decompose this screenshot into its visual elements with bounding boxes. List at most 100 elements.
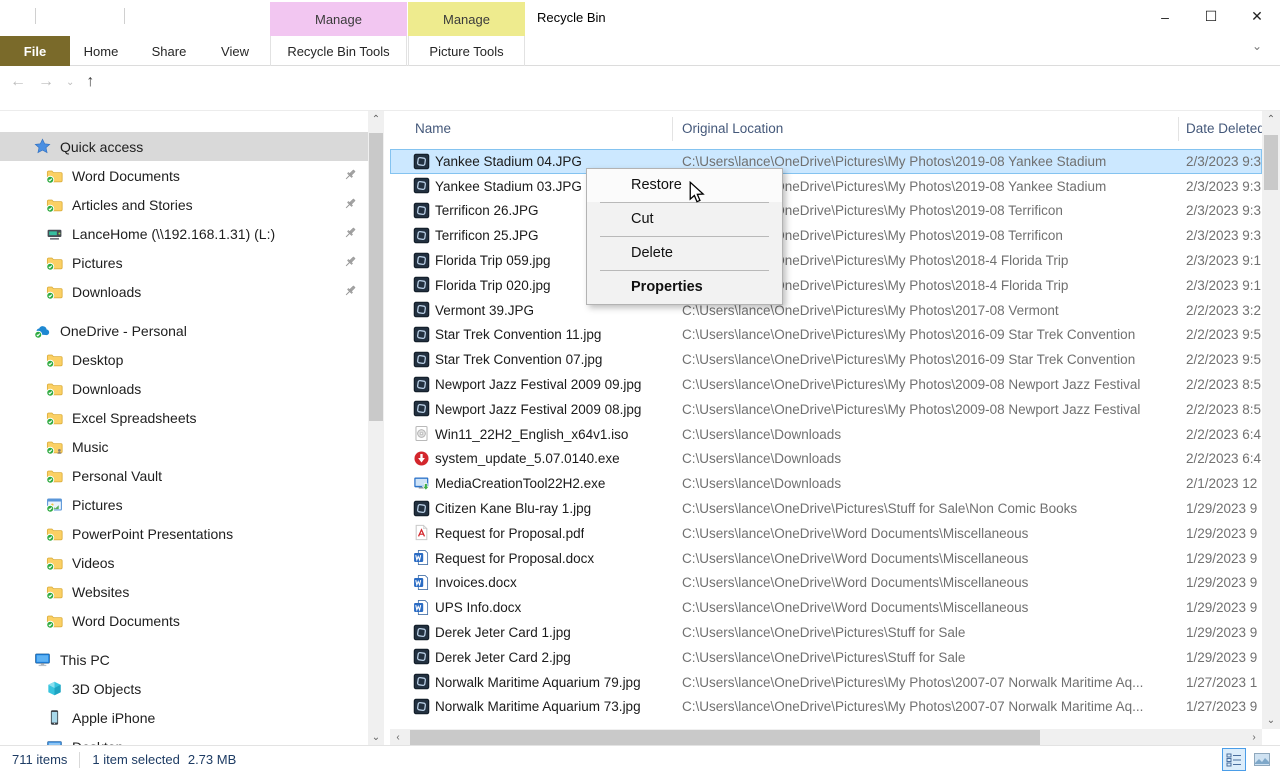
jpg-photo-icon [412, 623, 430, 641]
scroll-right-icon[interactable]: › [1246, 729, 1262, 746]
scroll-down-icon[interactable]: ⌄ [368, 729, 384, 746]
sidebar-item-personal-vault[interactable]: Personal Vault [0, 461, 368, 490]
file-row[interactable]: Star Trek Convention 07.jpgC:\Users\lanc… [390, 347, 1262, 372]
back-icon[interactable]: ← [10, 73, 26, 91]
sidebar-scrollbar-thumb[interactable] [369, 133, 383, 421]
file-row[interactable]: Request for Proposal.docxC:\Users\lance\… [390, 546, 1262, 571]
file-row[interactable]: system_update_5.07.0140.exeC:\Users\lanc… [390, 447, 1262, 472]
ribbon-tab-view[interactable]: View [204, 36, 266, 66]
sidebar-section-this-pc[interactable]: This PC [0, 645, 368, 674]
sidebar-item-downloads[interactable]: Downloads [0, 374, 368, 403]
ribbon-tab-recycle-bin-tools[interactable]: Recycle Bin Tools [270, 36, 407, 66]
sidebar-item-lancehome-192-168-1-31-l-[interactable]: LanceHome (\\192.168.1.31) (L:) [0, 219, 368, 248]
iso-disc-icon [412, 425, 430, 443]
file-original-location: C:\Users\lance\OneDrive\Pictures\Stuff f… [682, 650, 965, 665]
context-menu-item-properties[interactable]: Properties [587, 271, 782, 304]
scroll-down-icon[interactable]: ⌄ [1262, 712, 1280, 729]
sidebar-item-articles-and-stories[interactable]: Articles and Stories [0, 190, 368, 219]
thumbnail-view-button[interactable] [1250, 748, 1274, 771]
file-row[interactable]: Citizen Kane Blu-ray 1.jpgC:\Users\lance… [390, 496, 1262, 521]
recycle-bin-icon[interactable] [8, 6, 28, 26]
file-row[interactable]: Vermont 39.JPGC:\Users\lance\OneDrive\Pi… [390, 298, 1262, 323]
file-row[interactable]: Terrificon 26.JPGC:\Users\lance\OneDrive… [390, 199, 1262, 224]
sidebar-item-3d-objects[interactable]: 3D Objects [0, 674, 368, 703]
file-row[interactable]: Newport Jazz Festival 2009 08.jpgC:\User… [390, 397, 1262, 422]
sidebar-item-pictures[interactable]: Pictures [0, 490, 368, 519]
ribbon-tab-share[interactable]: Share [138, 36, 200, 66]
list-vertical-scrollbar[interactable]: ⌃ ⌄ [1262, 111, 1280, 729]
hscrollbar-thumb[interactable] [410, 730, 1040, 745]
sidebar-item-excel-spreadsheets[interactable]: Excel Spreadsheets [0, 403, 368, 432]
file-name: Norwalk Maritime Aquarium 79.jpg [435, 675, 641, 690]
maximize-button[interactable]: ☐ [1188, 0, 1234, 33]
ribbon-tab-file[interactable]: File [0, 36, 70, 66]
jpg-photo-icon [412, 673, 430, 691]
sidebar-item-desktop[interactable]: Desktop [0, 732, 368, 746]
file-row[interactable]: Request for Proposal.pdfC:\Users\lance\O… [390, 521, 1262, 546]
details-view-button[interactable] [1222, 748, 1246, 771]
file-row[interactable]: Yankee Stadium 03.JPGC:\Users\lance\OneD… [390, 174, 1262, 199]
exe-red-download-icon [412, 450, 430, 468]
sidebar-item-videos[interactable]: Videos [0, 548, 368, 577]
ribbon-tab-picture-tools[interactable]: Picture Tools [408, 36, 525, 66]
file-row[interactable]: Invoices.docxC:\Users\lance\OneDrive\Wor… [390, 571, 1262, 596]
sidebar-item-downloads[interactable]: Downloads [0, 277, 368, 306]
file-row[interactable]: Florida Trip 059.jpgC:\Users\lance\OneDr… [390, 248, 1262, 273]
file-row[interactable]: Newport Jazz Festival 2009 09.jpgC:\User… [390, 372, 1262, 397]
minimize-button[interactable]: – [1142, 0, 1188, 33]
contextual-tab-group-1: Manage [408, 2, 525, 36]
file-row[interactable]: Norwalk Maritime Aquarium 79.jpgC:\Users… [390, 670, 1262, 695]
sidebar-item-label: Personal Vault [72, 468, 162, 484]
list-horizontal-scrollbar[interactable]: ‹ › [390, 729, 1262, 746]
ribbon-tab-home[interactable]: Home [70, 36, 132, 66]
collapse-ribbon-icon[interactable]: ⌄ [1252, 39, 1262, 53]
scroll-left-icon[interactable]: ‹ [390, 729, 406, 746]
file-row[interactable]: Yankee Stadium 04.JPGC:\Users\lance\OneD… [390, 149, 1262, 174]
sidebar-item-desktop[interactable]: Desktop [0, 345, 368, 374]
file-row[interactable]: Derek Jeter Card 2.jpgC:\Users\lance\One… [390, 645, 1262, 670]
file-original-location: C:\Users\lance\OneDrive\Word Documents\M… [682, 526, 1028, 541]
sidebar-item-websites[interactable]: Websites [0, 577, 368, 606]
recent-locations-icon[interactable]: ⌄ [66, 77, 74, 88]
context-menu-item-cut[interactable]: Cut [587, 203, 782, 236]
context-menu-item-restore[interactable]: Restore [587, 169, 782, 202]
file-row[interactable]: UPS Info.docxC:\Users\lance\OneDrive\Wor… [390, 595, 1262, 620]
close-button[interactable]: ✕ [1234, 0, 1280, 33]
sidebar-item-pictures[interactable]: Pictures [0, 248, 368, 277]
sidebar-item-word-documents[interactable]: Word Documents [0, 606, 368, 635]
forward-icon[interactable]: → [38, 73, 54, 91]
context-menu-item-delete[interactable]: Delete [587, 237, 782, 270]
list-scrollbar-thumb[interactable] [1264, 135, 1278, 190]
sidebar-item-apple-iphone[interactable]: Apple iPhone [0, 703, 368, 732]
sidebar-scrollbar[interactable]: ⌃ ⌄ [368, 111, 384, 746]
column-header-location[interactable]: Original Location [682, 121, 783, 136]
sidebar-item-powerpoint-presentations[interactable]: PowerPoint Presentations [0, 519, 368, 548]
file-row[interactable]: Terrificon 25.JPGC:\Users\lance\OneDrive… [390, 223, 1262, 248]
file-date-deleted: 2/2/2023 3:2 [1186, 303, 1262, 318]
column-header-date[interactable]: Date Deleted [1186, 121, 1262, 136]
sidebar-item-word-documents[interactable]: Word Documents [0, 161, 368, 190]
list-header: Name Original Location Date Deleted [390, 111, 1262, 149]
file-row[interactable]: Norwalk Maritime Aquarium 73.jpgC:\Users… [390, 695, 1262, 720]
sidebar-item-music[interactable]: Music [0, 432, 368, 461]
file-row[interactable]: Win11_22H2_English_x64v1.isoC:\Users\lan… [390, 422, 1262, 447]
up-icon[interactable]: ↑ [86, 73, 94, 91]
file-row[interactable]: MediaCreationTool22H2.exeC:\Users\lance\… [390, 471, 1262, 496]
sidebar-section-label: Quick access [60, 139, 143, 155]
sidebar-section-quick-access[interactable]: Quick access [0, 132, 368, 161]
sidebar-item-label: Downloads [72, 381, 141, 397]
file-row[interactable]: Star Trek Convention 11.jpgC:\Users\lanc… [390, 323, 1262, 348]
sidebar-section-onedrive-personal[interactable]: OneDrive - Personal [0, 316, 368, 345]
pin-icon [343, 167, 358, 182]
file-row[interactable]: Derek Jeter Card 1.jpgC:\Users\lance\One… [390, 620, 1262, 645]
scroll-up-icon[interactable]: ⌃ [1262, 111, 1280, 128]
sidebar-item-label: Music [72, 439, 109, 455]
scroll-up-icon[interactable]: ⌃ [368, 111, 384, 128]
checkbox-icon[interactable] [43, 6, 63, 26]
folder-plain-icon[interactable] [70, 6, 90, 26]
qat-dropdown-icon[interactable] [97, 6, 117, 26]
file-row[interactable]: Florida Trip 020.jpgC:\Users\lance\OneDr… [390, 273, 1262, 298]
qat-separator [124, 8, 125, 24]
sidebar-item-label: LanceHome (\\192.168.1.31) (L:) [72, 226, 275, 242]
column-header-name[interactable]: Name [415, 121, 451, 136]
